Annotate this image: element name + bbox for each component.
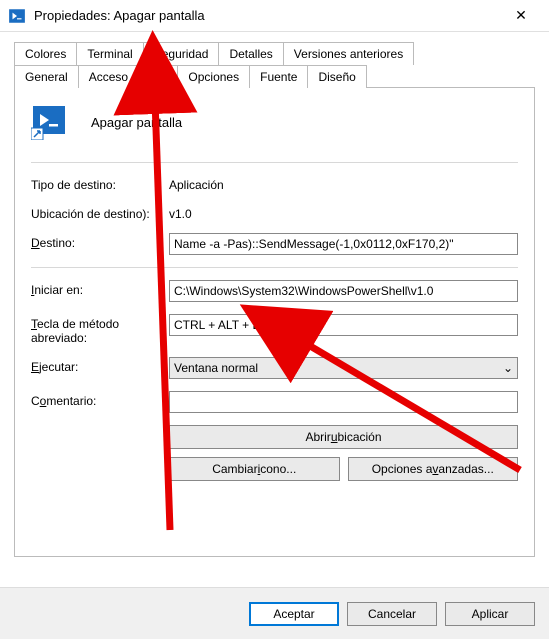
- button-row-2: Cambiar icono... Opciones avanzadas...: [169, 457, 518, 481]
- row-comment: Comentario:: [31, 391, 518, 413]
- row-target-type: Tipo de destino: Aplicación: [31, 175, 518, 192]
- target-input[interactable]: [169, 233, 518, 255]
- target-location-value: v1.0: [169, 204, 518, 221]
- apply-button[interactable]: Aplicar: [445, 602, 535, 626]
- tab-seguridad[interactable]: Seguridad: [144, 42, 220, 65]
- change-icon-button[interactable]: Cambiar icono...: [169, 457, 340, 481]
- tab-diseno[interactable]: Diseño: [308, 65, 366, 88]
- tab-detalles[interactable]: Detalles: [219, 42, 283, 65]
- startin-input[interactable]: [169, 280, 518, 302]
- hotkey-input[interactable]: [169, 314, 518, 336]
- row-target-location: Ubicación de destino): v1.0: [31, 204, 518, 221]
- row-hotkey: Tecla de método abreviado:: [31, 314, 518, 345]
- chevron-down-icon: ⌄: [503, 361, 513, 375]
- separator-1: [31, 162, 518, 163]
- powershell-icon: [8, 7, 26, 25]
- run-select[interactable]: Ventana normal ⌄: [169, 357, 518, 379]
- shortcut-header: Apagar pantalla: [31, 104, 518, 140]
- tab-row-2: General Acceso directo Opciones Fuente D…: [14, 65, 535, 88]
- ok-button[interactable]: Aceptar: [249, 602, 339, 626]
- button-row-1: Abrir ubicación: [169, 425, 518, 449]
- tab-general[interactable]: General: [14, 65, 79, 88]
- tab-opciones[interactable]: Opciones: [178, 65, 250, 88]
- comment-input[interactable]: [169, 391, 518, 413]
- shortcut-name: Apagar pantalla: [91, 115, 182, 130]
- window-title: Propiedades: Apagar pantalla: [34, 8, 501, 23]
- separator-2: [31, 267, 518, 268]
- close-button[interactable]: ✕: [501, 1, 541, 31]
- hotkey-label: Tecla de método abreviado:: [31, 314, 169, 345]
- comment-label: Comentario:: [31, 391, 169, 408]
- target-type-label: Tipo de destino:: [31, 175, 169, 192]
- run-label: Ejecutar:: [31, 357, 169, 374]
- tab-acceso-directo[interactable]: Acceso directo: [79, 65, 179, 89]
- target-location-label: Ubicación de destino):: [31, 204, 169, 221]
- tab-panel: Apagar pantalla Tipo de destino: Aplicac…: [14, 87, 535, 557]
- dialog-footer: Aceptar Cancelar Aplicar: [0, 587, 549, 639]
- startin-label: Iniciar en:: [31, 280, 169, 297]
- tab-terminal[interactable]: Terminal: [77, 42, 143, 65]
- tabs: Colores Terminal Seguridad Detalles Vers…: [14, 42, 535, 557]
- titlebar: Propiedades: Apagar pantalla ✕: [0, 0, 549, 32]
- tab-fuente[interactable]: Fuente: [250, 65, 308, 88]
- content: Colores Terminal Seguridad Detalles Vers…: [0, 32, 549, 587]
- tab-colores[interactable]: Colores: [14, 42, 77, 65]
- row-run: Ejecutar: Ventana normal ⌄: [31, 357, 518, 379]
- target-type-value: Aplicación: [169, 175, 518, 192]
- row-target: Destino:: [31, 233, 518, 255]
- open-location-button[interactable]: Abrir ubicación: [169, 425, 518, 449]
- advanced-button[interactable]: Opciones avanzadas...: [348, 457, 519, 481]
- target-label: Destino:: [31, 233, 169, 250]
- run-value: Ventana normal: [174, 361, 258, 375]
- tab-versiones-anteriores[interactable]: Versiones anteriores: [284, 42, 414, 65]
- powershell-shortcut-icon: [31, 104, 67, 140]
- row-startin: Iniciar en:: [31, 280, 518, 302]
- cancel-button[interactable]: Cancelar: [347, 602, 437, 626]
- tab-row-1: Colores Terminal Seguridad Detalles Vers…: [14, 42, 535, 65]
